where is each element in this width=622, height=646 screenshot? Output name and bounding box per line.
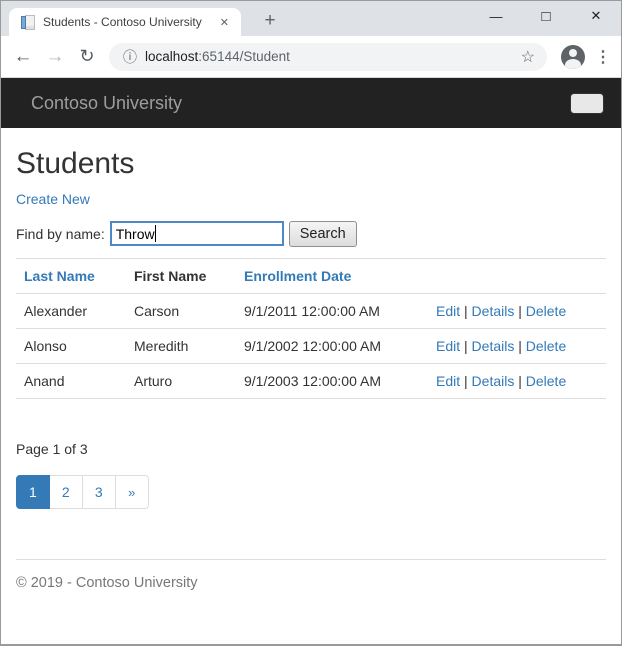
navbar-brand[interactable]: Contoso University: [16, 93, 182, 114]
tab-strip: Students - Contoso University ✕ + — □ ✕: [1, 1, 621, 36]
details-link[interactable]: Details: [472, 303, 515, 319]
pagination-page-2[interactable]: 2: [49, 475, 83, 509]
create-new-link[interactable]: Create New: [16, 191, 90, 207]
actions-cell: Edit | Details | Delete: [428, 328, 606, 364]
first-name-cell: Carson: [126, 293, 236, 329]
table-row: Alexander Carson 9/1/2011 12:00:00 AM Ed…: [16, 293, 606, 329]
first-name-cell: Arturo: [126, 363, 236, 399]
table-row: Anand Arturo 9/1/2003 12:00:00 AM Edit |…: [16, 363, 606, 399]
last-name-cell: Anand: [16, 363, 126, 399]
favicon-icon: [21, 14, 35, 30]
search-button[interactable]: Search: [288, 220, 357, 247]
delete-link[interactable]: Delete: [526, 303, 566, 319]
tab-title: Students - Contoso University: [43, 15, 202, 29]
maximize-button[interactable]: □: [521, 1, 571, 31]
url-path: :65144/Student: [198, 49, 290, 64]
sort-enrollment-date-link[interactable]: Enrollment Date: [244, 268, 351, 284]
students-table: Last Name First Name Enrollment Date Ale…: [16, 258, 606, 399]
browser-window: Students - Contoso University ✕ + — □ ✕ …: [0, 0, 622, 646]
enrollment-date-cell: 9/1/2003 12:00:00 AM: [236, 363, 428, 399]
actions-cell: Edit | Details | Delete: [428, 293, 606, 329]
new-tab-button[interactable]: +: [257, 9, 283, 35]
browser-tab[interactable]: Students - Contoso University ✕: [9, 8, 241, 36]
actions-header: [428, 258, 606, 294]
last-name-cell: Alonso: [16, 328, 126, 364]
pagination-page-1[interactable]: 1: [16, 475, 50, 509]
last-name-cell: Alexander: [16, 293, 126, 329]
page-status: Page 1 of 3: [16, 441, 88, 457]
site-navbar: Contoso University: [1, 78, 621, 128]
forward-icon[interactable]: →: [39, 46, 71, 68]
actions-cell: Edit | Details | Delete: [428, 363, 606, 399]
details-link[interactable]: Details: [472, 373, 515, 389]
page-info-icon[interactable]: ⓘ: [123, 47, 137, 67]
separator: |: [518, 303, 522, 319]
profile-avatar-icon[interactable]: [561, 44, 585, 69]
edit-link[interactable]: Edit: [436, 338, 460, 354]
edit-link[interactable]: Edit: [436, 373, 460, 389]
bookmark-star-icon[interactable]: ☆: [521, 47, 535, 67]
browser-menu-icon[interactable]: ⋮: [589, 47, 617, 67]
back-icon[interactable]: ←: [7, 46, 39, 68]
first-name-cell: Meredith: [126, 328, 236, 364]
url-text[interactable]: localhost:65144/Student: [145, 49, 521, 64]
minimize-button[interactable]: —: [471, 1, 521, 31]
separator: |: [518, 338, 522, 354]
separator: |: [464, 338, 468, 354]
details-link[interactable]: Details: [472, 338, 515, 354]
browser-toolbar: ← → ↻ ⓘ localhost:65144/Student ☆ ⋮: [1, 36, 621, 78]
sort-last-name-link[interactable]: Last Name: [24, 268, 95, 284]
table-row: Alonso Meredith 9/1/2002 12:00:00 AM Edi…: [16, 328, 606, 364]
edit-link[interactable]: Edit: [436, 303, 460, 319]
address-bar[interactable]: ⓘ localhost:65144/Student ☆: [109, 42, 547, 71]
reload-icon[interactable]: ↻: [71, 46, 103, 67]
text-caret: [154, 225, 156, 242]
separator: |: [518, 373, 522, 389]
close-window-button[interactable]: ✕: [571, 1, 621, 31]
separator: |: [464, 303, 468, 319]
separator: |: [464, 373, 468, 389]
enrollment-date-cell: 9/1/2011 12:00:00 AM: [236, 293, 428, 329]
navbar-toggle-button[interactable]: [570, 92, 604, 114]
pagination-page-3[interactable]: 3: [82, 475, 116, 509]
search-input[interactable]: [109, 221, 284, 246]
delete-link[interactable]: Delete: [526, 373, 566, 389]
enrollment-date-cell: 9/1/2002 12:00:00 AM: [236, 328, 428, 364]
page-content: Students Create New Find by name: Search…: [1, 147, 621, 606]
first-name-header: First Name: [126, 258, 236, 294]
pagination: 1 2 3 »: [16, 475, 606, 509]
delete-link[interactable]: Delete: [526, 338, 566, 354]
url-host: localhost: [145, 49, 199, 64]
pagination-next-button[interactable]: »: [115, 475, 149, 509]
page-title: Students: [16, 147, 135, 180]
table-header-row: Last Name First Name Enrollment Date: [16, 258, 606, 294]
search-form: Find by name: Search: [16, 220, 606, 247]
window-controls: — □ ✕: [471, 1, 621, 33]
tab-close-icon[interactable]: ✕: [216, 14, 233, 31]
page-footer: © 2019 - Contoso University: [16, 559, 606, 606]
search-label: Find by name:: [16, 225, 105, 242]
